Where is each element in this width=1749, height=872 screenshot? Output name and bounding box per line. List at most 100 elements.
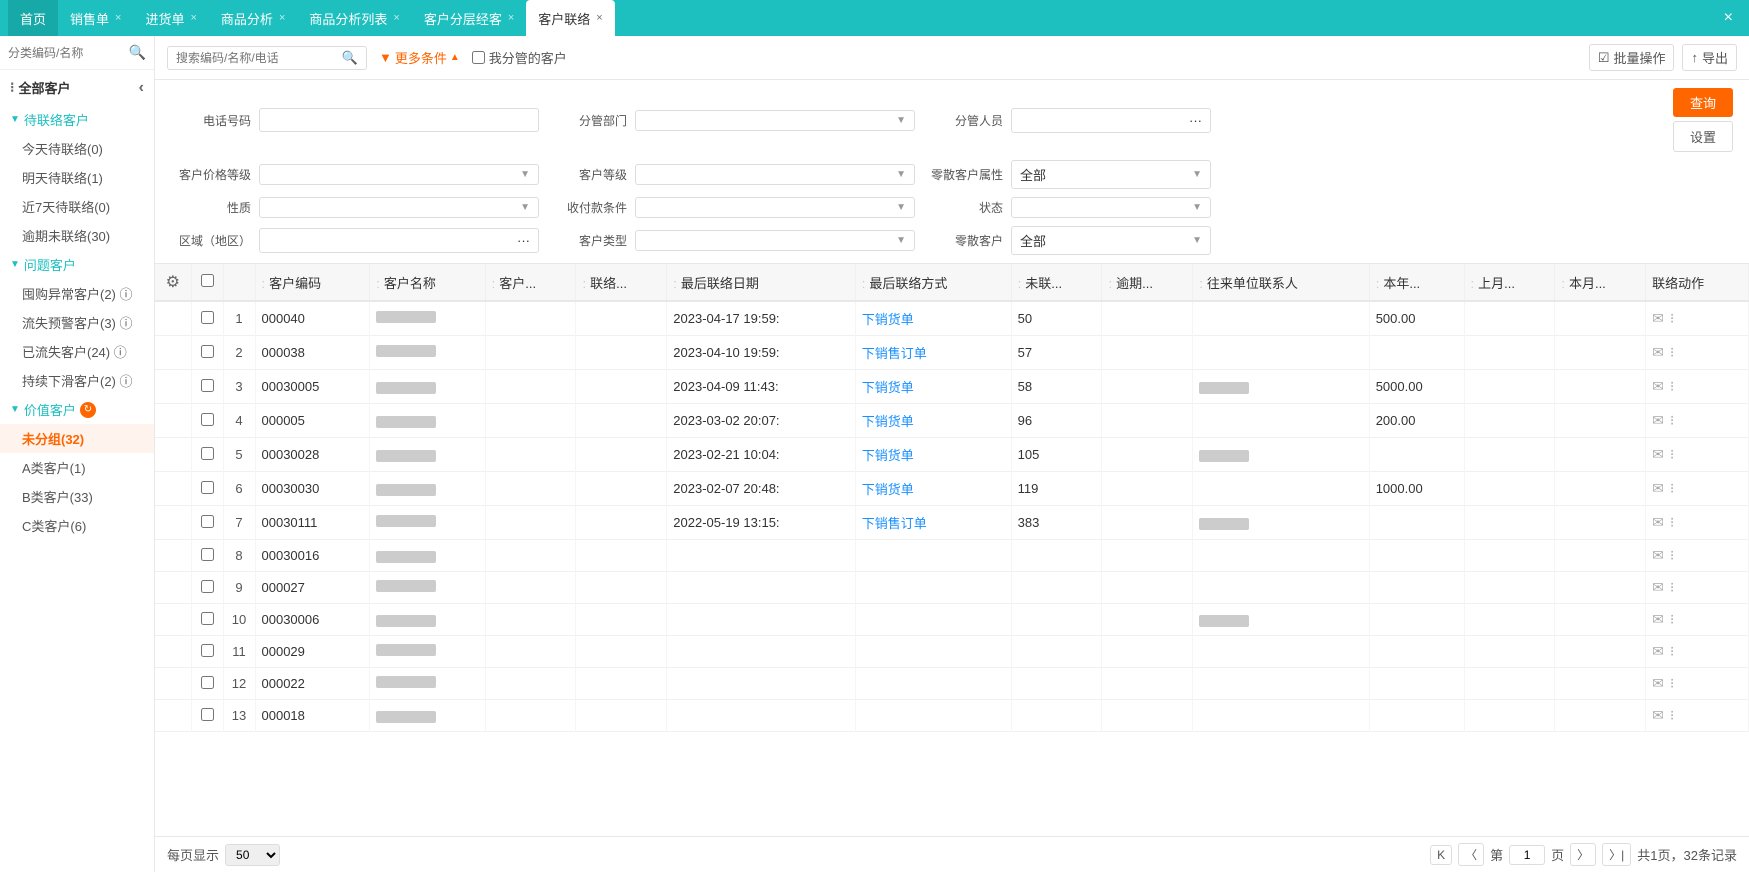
- more-actions-icon[interactable]: ⁝: [1670, 675, 1674, 692]
- message-icon[interactable]: ✉: [1652, 480, 1664, 497]
- unit-contact-column-header[interactable]: :往来单位联系人: [1193, 264, 1369, 301]
- message-icon[interactable]: ✉: [1652, 707, 1664, 724]
- first-page-button[interactable]: K: [1430, 845, 1452, 865]
- my-customers-check[interactable]: [472, 51, 485, 64]
- last-page-button[interactable]: 〉|: [1602, 843, 1631, 866]
- row-checkbox[interactable]: [201, 548, 214, 561]
- last-contact-type-link[interactable]: 下销货单: [862, 380, 914, 395]
- name-column-header[interactable]: :客户名称: [370, 264, 485, 301]
- sidebar-all-customers[interactable]: ⁝ 全部客户 ‹: [0, 70, 154, 105]
- sidebar-item-typeA[interactable]: A类客户(1): [0, 453, 154, 482]
- sidebar-item-near7[interactable]: 近7天待联络(0): [0, 192, 154, 221]
- customer-level-select[interactable]: ▼: [635, 164, 915, 185]
- reset-button[interactable]: 设置: [1673, 121, 1733, 152]
- tab-product-analysis[interactable]: 商品分析 ×: [209, 0, 297, 36]
- tab-sales[interactable]: 销售单 ×: [58, 0, 133, 36]
- more-actions-icon[interactable]: ⁝: [1670, 547, 1674, 564]
- search-icon[interactable]: 🔍: [342, 50, 358, 66]
- row-checkbox[interactable]: [201, 311, 214, 324]
- more-actions-icon[interactable]: ⁝: [1670, 310, 1674, 327]
- last-contact-date-column-header[interactable]: :最后联络日期: [667, 264, 855, 301]
- sidebar-group-pending[interactable]: ▼ 待联络客户: [0, 105, 154, 134]
- sidebar-search-icon[interactable]: 🔍: [129, 44, 146, 61]
- row-checkbox[interactable]: [201, 676, 214, 689]
- row-checkbox[interactable]: [201, 481, 214, 494]
- sidebar-item-churn[interactable]: 流失预警客户(3) ⓘ: [0, 308, 154, 337]
- select-all-checkbox[interactable]: [201, 274, 214, 287]
- row-checkbox[interactable]: [201, 612, 214, 625]
- last-contact-type-link[interactable]: 下销货单: [862, 448, 914, 463]
- message-icon[interactable]: ✉: [1652, 514, 1664, 531]
- query-button[interactable]: 查询: [1673, 88, 1733, 117]
- tab-customer-segment[interactable]: 客户分层经客 ×: [412, 0, 526, 36]
- search-input[interactable]: [176, 51, 342, 65]
- message-icon[interactable]: ✉: [1652, 412, 1664, 429]
- message-icon[interactable]: ✉: [1652, 344, 1664, 361]
- message-icon[interactable]: ✉: [1652, 378, 1664, 395]
- last-contact-type-column-header[interactable]: :最后联络方式: [855, 264, 1011, 301]
- status-select[interactable]: ▼: [1011, 197, 1211, 218]
- message-icon[interactable]: ✉: [1652, 446, 1664, 463]
- more-conditions-button[interactable]: ▼ 更多条件 ▲: [379, 48, 460, 67]
- close-all-tabs[interactable]: ×: [1716, 9, 1741, 27]
- message-icon[interactable]: ✉: [1652, 611, 1664, 628]
- message-icon[interactable]: ✉: [1652, 310, 1664, 327]
- row-checkbox[interactable]: [201, 345, 214, 358]
- my-customers-checkbox[interactable]: 我分管的客户: [472, 48, 567, 67]
- sidebar-item-tomorrow[interactable]: 明天待联络(1): [0, 163, 154, 192]
- last-contact-type-link[interactable]: 下销货单: [862, 414, 914, 429]
- row-checkbox[interactable]: [201, 515, 214, 528]
- this-month-column-header[interactable]: :本月...: [1555, 264, 1646, 301]
- this-year-column-header[interactable]: :本年...: [1369, 264, 1464, 301]
- export-button[interactable]: ↑ 导出: [1682, 44, 1737, 71]
- price-level-select[interactable]: ▼: [259, 164, 539, 185]
- row-checkbox[interactable]: [201, 580, 214, 593]
- sidebar-item-lost[interactable]: 已流失客户(24) ⓘ: [0, 337, 154, 366]
- region-select[interactable]: ···: [259, 228, 539, 253]
- row-checkbox[interactable]: [201, 413, 214, 426]
- manager-input[interactable]: ···: [1011, 108, 1211, 133]
- sidebar-item-abnormal[interactable]: 囤购异常客户(2) ⓘ: [0, 279, 154, 308]
- more-actions-icon[interactable]: ⁝: [1670, 446, 1674, 463]
- contact-column-header[interactable]: :联络...: [576, 264, 667, 301]
- tab-product-analysis-list[interactable]: 商品分析列表 ×: [297, 0, 411, 36]
- last-contact-type-link[interactable]: 下销货单: [862, 312, 914, 327]
- customer-type-select[interactable]: ▼: [635, 230, 915, 251]
- sidebar-item-unclassified[interactable]: 未分组(32): [0, 424, 154, 453]
- message-icon[interactable]: ✉: [1652, 675, 1664, 692]
- more-actions-icon[interactable]: ⁝: [1670, 707, 1674, 724]
- message-icon[interactable]: ✉: [1652, 579, 1664, 596]
- page-number-input[interactable]: [1509, 845, 1545, 865]
- nature-select[interactable]: ▼: [259, 197, 539, 218]
- last-contact-type-link[interactable]: 下销售订单: [862, 346, 927, 361]
- sidebar-item-today[interactable]: 今天待联络(0): [0, 134, 154, 163]
- close-sales-tab[interactable]: ×: [115, 12, 121, 24]
- scatter-customer-select[interactable]: 全部▼: [1011, 226, 1211, 255]
- more-actions-icon[interactable]: ⁝: [1670, 378, 1674, 395]
- next-page-button[interactable]: 〉: [1570, 843, 1596, 866]
- dept-select[interactable]: ▼: [635, 110, 915, 131]
- no-contact-column-header[interactable]: :未联...: [1011, 264, 1102, 301]
- more-actions-icon[interactable]: ⁝: [1670, 643, 1674, 660]
- more-actions-icon[interactable]: ⁝: [1670, 412, 1674, 429]
- code-column-header[interactable]: :客户编码: [255, 264, 370, 301]
- more-actions-icon[interactable]: ⁝: [1670, 344, 1674, 361]
- prev-page-button[interactable]: 〈: [1458, 843, 1484, 866]
- sidebar-item-typeB[interactable]: B类客户(33): [0, 482, 154, 511]
- sidebar-item-overdue[interactable]: 逾期未联络(30): [0, 221, 154, 250]
- sidebar-search-input[interactable]: [8, 46, 125, 60]
- scatter-attr-select[interactable]: 全部▼: [1011, 160, 1211, 189]
- more-actions-icon[interactable]: ⁝: [1670, 514, 1674, 531]
- last-contact-type-link[interactable]: 下销售订单: [862, 516, 927, 531]
- collapse-sidebar-icon[interactable]: ‹: [139, 79, 144, 97]
- message-icon[interactable]: ✉: [1652, 643, 1664, 660]
- table-settings-icon[interactable]: ⚙: [166, 274, 180, 291]
- row-checkbox[interactable]: [201, 708, 214, 721]
- batch-operation-button[interactable]: ☑ 批量操作: [1589, 44, 1675, 71]
- more-actions-icon[interactable]: ⁝: [1670, 579, 1674, 596]
- type-column-header[interactable]: :客户...: [485, 264, 576, 301]
- tab-home[interactable]: 首页: [8, 0, 58, 36]
- sidebar-item-typeC[interactable]: C类客户(6): [0, 511, 154, 540]
- row-checkbox[interactable]: [201, 644, 214, 657]
- tab-customer-contact[interactable]: 客户联络 ×: [526, 0, 614, 36]
